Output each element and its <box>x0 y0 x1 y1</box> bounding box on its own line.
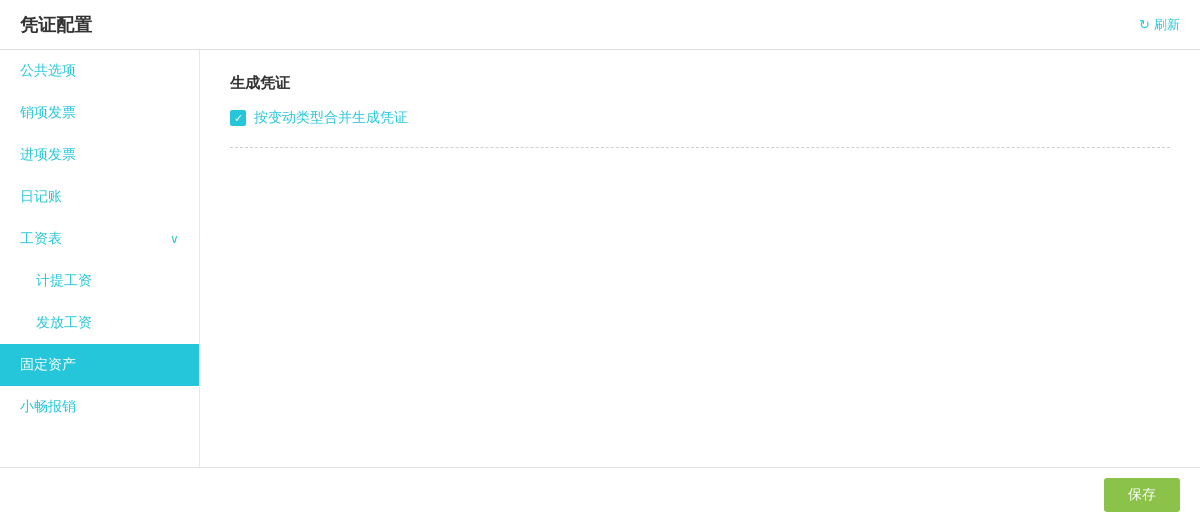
merge-type-label: 按变动类型合并生成凭证 <box>254 109 408 127</box>
refresh-button[interactable]: ↻ 刷新 <box>1139 16 1180 34</box>
chevron-down-icon: ∨ <box>170 232 179 246</box>
section-title: 生成凭证 <box>230 74 1170 93</box>
sidebar-item-public[interactable]: 公共选项 <box>0 50 199 92</box>
sidebar-item-purchase-invoice[interactable]: 进项发票 <box>0 134 199 176</box>
main-content: 公共选项 销项发票 进项发票 日记账 工资表 ∨ 计提工资 发放工资 固定资产 … <box>0 50 1200 467</box>
sidebar-item-payroll[interactable]: 工资表 ∨ <box>0 218 199 260</box>
content-area: 生成凭证 ✓ 按变动类型合并生成凭证 <box>200 50 1200 467</box>
page-header: 凭证配置 ↻ 刷新 <box>0 0 1200 50</box>
page-footer: 保存 <box>0 467 1200 522</box>
checkbox-row: ✓ 按变动类型合并生成凭证 <box>230 109 1170 127</box>
checkmark-icon: ✓ <box>234 113 243 124</box>
refresh-icon: ↻ <box>1139 17 1150 32</box>
sidebar-item-sales-invoice[interactable]: 销项发票 <box>0 92 199 134</box>
merge-type-checkbox[interactable]: ✓ <box>230 110 246 126</box>
section-divider <box>230 147 1170 148</box>
sidebar: 公共选项 销项发票 进项发票 日记账 工资表 ∨ 计提工资 发放工资 固定资产 … <box>0 50 200 467</box>
save-button[interactable]: 保存 <box>1104 478 1180 512</box>
sidebar-item-calc-salary[interactable]: 计提工资 <box>0 260 199 302</box>
sidebar-item-journal[interactable]: 日记账 <box>0 176 199 218</box>
page-title: 凭证配置 <box>20 13 92 37</box>
sidebar-item-pay-salary[interactable]: 发放工资 <box>0 302 199 344</box>
sidebar-item-expense[interactable]: 小畅报销 <box>0 386 199 428</box>
sidebar-item-fixed-assets[interactable]: 固定资产 <box>0 344 199 386</box>
